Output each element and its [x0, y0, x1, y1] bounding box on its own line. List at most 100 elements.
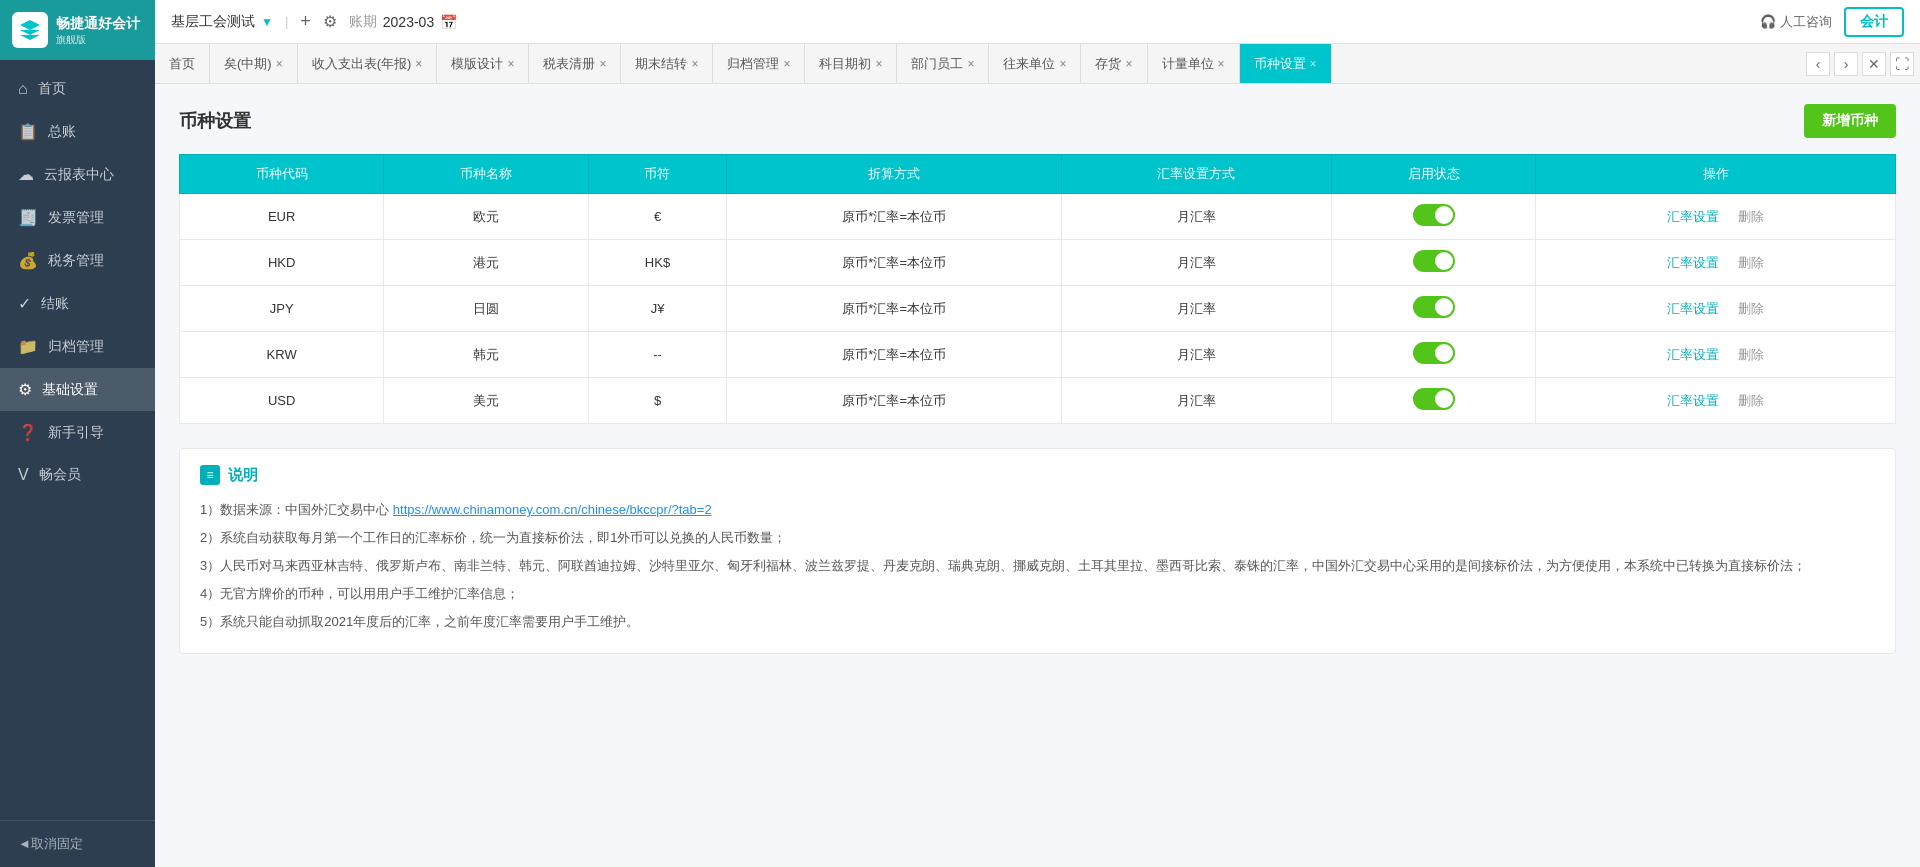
delete-link-HKD[interactable]: 删除 — [1738, 255, 1764, 270]
company-selector[interactable]: 基层工会测试 ▼ — [171, 13, 273, 31]
sidebar-item-home[interactable]: ⌂ 首页 — [0, 68, 155, 110]
tab-department-close[interactable]: × — [967, 57, 974, 71]
cell-name: 港元 — [384, 240, 588, 286]
sidebar-item-tax[interactable]: 💰 税务管理 — [0, 239, 155, 282]
sidebar-item-invoice[interactable]: 🧾 发票管理 — [0, 196, 155, 239]
tab-balance[interactable]: 矣(中期) × — [210, 44, 298, 83]
tab-department[interactable]: 部门员工 × — [897, 44, 989, 83]
toggle-thumb — [1435, 206, 1453, 224]
notes-link[interactable]: https://www.chinamoney.com.cn/chinese/bk… — [393, 502, 712, 517]
sidebar-item-settings[interactable]: ⚙ 基础设置 — [0, 368, 155, 411]
cell-calc: 原币*汇率=本位币 — [727, 378, 1062, 424]
sidebar-item-guide[interactable]: ❓ 新手引导 — [0, 411, 155, 454]
sidebar-label-tax: 税务管理 — [48, 252, 104, 270]
rate-settings-link-USD[interactable]: 汇率设置 — [1667, 393, 1719, 408]
delete-link-USD[interactable]: 删除 — [1738, 393, 1764, 408]
delete-link-EUR[interactable]: 删除 — [1738, 209, 1764, 224]
tab-tax[interactable]: 税表清册 × — [529, 44, 621, 83]
tab-income[interactable]: 收入支出表(年报) × — [298, 44, 438, 83]
invoice-icon: 🧾 — [18, 208, 38, 227]
cell-name: 韩元 — [384, 332, 588, 378]
sidebar-label-reports: 云报表中心 — [44, 166, 114, 184]
tab-scroll-left[interactable]: ‹ — [1806, 52, 1830, 76]
toggle-switch-HKD[interactable] — [1413, 250, 1455, 272]
company-settings-button[interactable]: ⚙ — [323, 12, 337, 31]
tab-unit[interactable]: 计量单位 × — [1148, 44, 1240, 83]
sidebar-item-archive[interactable]: 📁 归档管理 — [0, 325, 155, 368]
tab-home[interactable]: 首页 — [155, 44, 210, 83]
note-item: 5）系统只能自动抓取2021年度后的汇率，之前年度汇率需要用户手工维护。 — [200, 609, 1875, 635]
toggle-switch-KRW[interactable] — [1413, 342, 1455, 364]
rate-settings-link-KRW[interactable]: 汇率设置 — [1667, 347, 1719, 362]
rate-settings-link-EUR[interactable]: 汇率设置 — [1667, 209, 1719, 224]
topbar: 基层工会测试 ▼ | + ⚙ 账期 2023-03 📅 🎧 人工咨询 会计 — [155, 0, 1920, 44]
sidebar-item-member[interactable]: V 畅会员 — [0, 454, 155, 496]
tab-income-close[interactable]: × — [415, 57, 422, 71]
toggle-track — [1413, 296, 1455, 318]
rate-settings-link-HKD[interactable]: 汇率设置 — [1667, 255, 1719, 270]
member-icon: V — [18, 466, 29, 484]
tab-period-end[interactable]: 期末结转 × — [621, 44, 713, 83]
sidebar-label-guide: 新手引导 — [48, 424, 104, 442]
period-value: 2023-03 — [383, 14, 434, 30]
add-company-button[interactable]: + — [300, 11, 311, 32]
delete-link-JPY[interactable]: 删除 — [1738, 301, 1764, 316]
cell-action: 汇率设置 删除 — [1536, 378, 1896, 424]
tab-template[interactable]: 模版设计 × — [437, 44, 529, 83]
cell-name: 美元 — [384, 378, 588, 424]
sidebar-footer-label: ◄取消固定 — [18, 835, 83, 853]
toggle-switch-USD[interactable] — [1413, 388, 1455, 410]
tabbar-controls: ‹ › ✕ ⛶ — [1800, 44, 1920, 83]
home-icon: ⌂ — [18, 80, 28, 98]
note-item: 4）无官方牌价的币种，可以用用户手工维护汇率信息； — [200, 581, 1875, 607]
cell-symbol: HK$ — [588, 240, 727, 286]
app-title: 畅捷通好会计 — [56, 14, 140, 32]
cell-rate-type: 月汇率 — [1061, 240, 1331, 286]
tab-currency[interactable]: 币种设置 × — [1240, 44, 1332, 83]
tab-fullscreen[interactable]: ⛶ — [1890, 52, 1914, 76]
cell-rate-type: 月汇率 — [1061, 332, 1331, 378]
sidebar-item-reports[interactable]: ☁ 云报表中心 — [0, 153, 155, 196]
note-item: 2）系统自动获取每月第一个工作日的汇率标价，统一为直接标价法，即1外币可以兑换的… — [200, 525, 1875, 551]
cell-rate-type: 月汇率 — [1061, 286, 1331, 332]
tab-unit-close[interactable]: × — [1218, 57, 1225, 71]
tab-scroll-right[interactable]: › — [1834, 52, 1858, 76]
sidebar-label-ledger: 总账 — [48, 123, 76, 141]
rate-settings-link-JPY[interactable]: 汇率设置 — [1667, 301, 1719, 316]
tab-tax-label: 税表清册 — [543, 55, 595, 73]
toggle-switch-EUR[interactable] — [1413, 204, 1455, 226]
period-display: 账期 2023-03 📅 — [349, 13, 457, 31]
tab-partner-close[interactable]: × — [1059, 57, 1066, 71]
delete-link-KRW[interactable]: 删除 — [1738, 347, 1764, 362]
tab-subject-init[interactable]: 科目期初 × — [805, 44, 897, 83]
tab-currency-close[interactable]: × — [1310, 57, 1317, 71]
tab-archive-close[interactable]: × — [783, 57, 790, 71]
toggle-switch-JPY[interactable] — [1413, 296, 1455, 318]
period-label: 账期 — [349, 13, 377, 31]
tab-inventory-close[interactable]: × — [1125, 57, 1132, 71]
accounting-button[interactable]: 会计 — [1844, 7, 1904, 37]
company-name: 基层工会测试 — [171, 13, 255, 31]
customer-service-button[interactable]: 🎧 人工咨询 — [1760, 13, 1832, 31]
sidebar-pin-toggle[interactable]: ◄取消固定 — [0, 820, 155, 867]
tab-period-end-close[interactable]: × — [691, 57, 698, 71]
tab-balance-label: 矣(中期) — [224, 55, 272, 73]
sidebar-item-ledger[interactable]: 📋 总账 — [0, 110, 155, 153]
tab-close-all[interactable]: ✕ — [1862, 52, 1886, 76]
cell-action: 汇率设置 删除 — [1536, 332, 1896, 378]
tab-subject-init-close[interactable]: × — [875, 57, 882, 71]
tab-partner[interactable]: 往来单位 × — [989, 44, 1081, 83]
tab-balance-close[interactable]: × — [276, 57, 283, 71]
notes-header: ≡ 说明 — [200, 465, 1875, 485]
sidebar-item-checkout[interactable]: ✓ 结账 — [0, 282, 155, 325]
tab-tax-close[interactable]: × — [599, 57, 606, 71]
tab-archive[interactable]: 归档管理 × — [713, 44, 805, 83]
tab-template-label: 模版设计 — [451, 55, 503, 73]
tax-icon: 💰 — [18, 251, 38, 270]
tab-template-close[interactable]: × — [507, 57, 514, 71]
notes-title: 说明 — [228, 466, 258, 485]
calendar-icon[interactable]: 📅 — [440, 14, 457, 30]
sidebar-label-checkout: 结账 — [41, 295, 69, 313]
tab-inventory[interactable]: 存货 × — [1081, 44, 1147, 83]
new-currency-button[interactable]: 新增币种 — [1804, 104, 1896, 138]
